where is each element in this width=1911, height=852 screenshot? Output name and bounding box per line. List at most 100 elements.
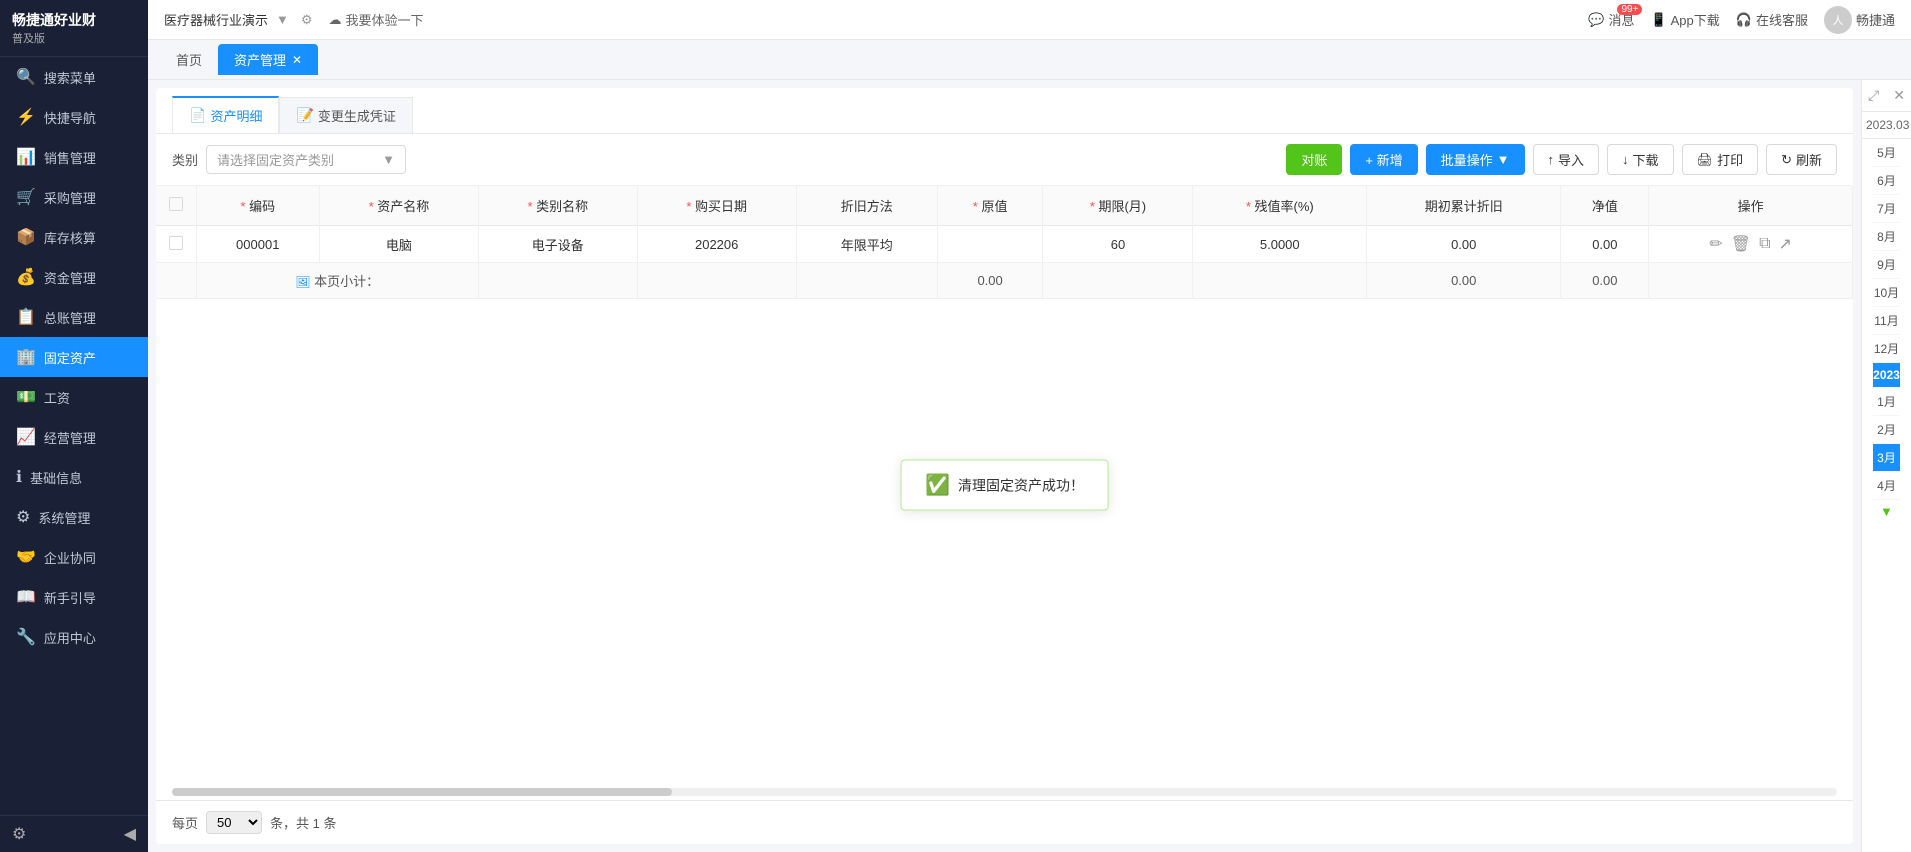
- month-11月[interactable]: 11月: [1873, 307, 1900, 335]
- category-select[interactable]: 请选择固定资产类别 ▼: [206, 145, 406, 174]
- month-8月[interactable]: 8月: [1873, 223, 1900, 251]
- month-2月[interactable]: 2月: [1873, 416, 1900, 444]
- basic-info-icon: ℹ: [16, 467, 22, 487]
- scrollbar-thumb[interactable]: [172, 788, 672, 796]
- company-name: 医疗器械行业演示: [164, 10, 268, 29]
- sidebar-item-fixed-assets[interactable]: 🏢固定资产: [0, 337, 148, 377]
- avatar: 人: [1824, 6, 1852, 34]
- user-profile[interactable]: 人 畅捷通: [1824, 6, 1895, 34]
- horizontal-scrollbar[interactable]: [156, 784, 1853, 800]
- sidebar-item-quick-nav[interactable]: ⚡快捷导航: [0, 97, 148, 137]
- tab-home[interactable]: 首页: [164, 44, 214, 75]
- row-code: 000001: [196, 226, 320, 263]
- sidebar-item-guide[interactable]: 📖新手引导: [0, 577, 148, 617]
- sidebar-label-inventory: 库存核算: [44, 228, 96, 247]
- sidebar-label-guide: 新手引导: [44, 588, 96, 607]
- per-page-label: 每页: [172, 813, 198, 832]
- reconcile-button[interactable]: 对账: [1286, 144, 1342, 175]
- per-page-select[interactable]: 50 100: [206, 811, 262, 834]
- sidebar-item-inventory[interactable]: 📦库存核算: [0, 217, 148, 257]
- more-icon[interactable]: ↗: [1779, 234, 1792, 254]
- sidebar-item-app-center[interactable]: 🔧应用中心: [0, 617, 148, 657]
- sidebar-item-operations[interactable]: 📈 经营管理: [0, 417, 148, 457]
- month-7月[interactable]: 7月: [1873, 195, 1900, 223]
- sidebar-label-operations: 经营管理: [44, 428, 96, 447]
- select-all-header[interactable]: [156, 186, 196, 226]
- sidebar-item-finance[interactable]: 💰资金管理: [0, 257, 148, 297]
- row-accumulated-depreciation: 0.00: [1367, 226, 1561, 263]
- sidebar-item-enterprise[interactable]: 🤝企业协同: [0, 537, 148, 577]
- collapse-icon[interactable]: ◀: [124, 824, 136, 844]
- right-panel-close-icon[interactable]: ✕: [1893, 87, 1905, 104]
- new-button[interactable]: + 新增: [1350, 144, 1417, 175]
- sidebar-label-salary: 工资: [44, 388, 70, 407]
- batch-dropdown-icon: ▼: [1497, 152, 1510, 167]
- row-checkbox[interactable]: [169, 236, 183, 250]
- row-net-value: 0.00: [1561, 226, 1649, 263]
- sidebar-nav: 🔍搜索菜单⚡快捷导航📊销售管理🛒采购管理📦库存核算💰资金管理📋总账管理🏢固定资产…: [0, 57, 148, 815]
- month-1月[interactable]: 1月: [1873, 388, 1900, 416]
- experience-icon: ☁: [329, 12, 342, 28]
- row-category: 电子设备: [478, 226, 637, 263]
- sidebar-item-ledger[interactable]: 📋总账管理: [0, 297, 148, 337]
- import-icon: ↑: [1548, 152, 1555, 167]
- sidebar-item-system[interactable]: ⚙系统管理: [0, 497, 148, 537]
- experience-btn[interactable]: ☁ 我要体验一下: [329, 10, 424, 29]
- sub-tab-asset-detail[interactable]: 📄 资产明细: [172, 96, 279, 133]
- sidebar-label-quick-nav: 快捷导航: [44, 108, 96, 127]
- sidebar-item-basic-info[interactable]: ℹ基础信息: [0, 457, 148, 497]
- purchase-icon: 🛒: [16, 187, 36, 207]
- system-icon: ⚙: [16, 507, 30, 527]
- month-3月[interactable]: 3月: [1873, 444, 1900, 472]
- app-download-btn[interactable]: 📱 App下载: [1650, 10, 1719, 29]
- delete-icon[interactable]: 🗑: [1731, 234, 1751, 254]
- sidebar: 畅捷通好业财 普及版 🔍搜索菜单⚡快捷导航📊销售管理🛒采购管理📦库存核算💰资金管…: [0, 0, 148, 852]
- select-all-checkbox[interactable]: [169, 197, 183, 211]
- online-service-btn[interactable]: 🎧 在线客服: [1736, 10, 1808, 29]
- expand-icon[interactable]: ⤢: [1868, 87, 1879, 104]
- company-dropdown-icon[interactable]: ▼: [276, 12, 289, 27]
- sub-tab-change-voucher[interactable]: 📝 变更生成凭证: [279, 97, 412, 133]
- right-panel-year: 2023.03: [1862, 112, 1911, 139]
- tab-asset-management[interactable]: 资产管理 ✕: [218, 44, 318, 75]
- tab-close-icon[interactable]: ✕: [292, 53, 302, 67]
- year-label[interactable]: 2023: [1873, 363, 1900, 388]
- row-checkbox-cell[interactable]: [156, 226, 196, 263]
- month-4月[interactable]: 4月: [1873, 472, 1900, 500]
- sidebar-item-search[interactable]: 🔍搜索菜单: [0, 57, 148, 97]
- sidebar-item-purchase[interactable]: 🛒采购管理: [0, 177, 148, 217]
- table-container: 编码 资产名称 类别名称 购买日期 折旧方法 原值 期限(月) 残值率(%) 期…: [156, 186, 1853, 784]
- message-btn[interactable]: 💬 消息 99+: [1588, 10, 1634, 29]
- batch-button[interactable]: 批量操作 ▼: [1426, 144, 1525, 175]
- success-toast: ✅ 清理固定资产成功！: [900, 460, 1109, 511]
- message-icon: 💬: [1588, 12, 1604, 28]
- copy-icon[interactable]: ⧉: [1759, 235, 1770, 253]
- service-icon: 🎧: [1736, 12, 1752, 28]
- month-12月[interactable]: 12月: [1873, 335, 1900, 363]
- sidebar-footer: ⚙ ◀: [0, 815, 148, 852]
- logo-sub: 普及版: [12, 30, 136, 46]
- month-5月[interactable]: 5月: [1873, 139, 1900, 167]
- success-message: 清理固定资产成功！: [958, 475, 1084, 495]
- sidebar-item-salary[interactable]: 💵工资: [0, 377, 148, 417]
- total-count: 条，共 1 条: [270, 813, 336, 832]
- download-button[interactable]: ↓ 下载: [1607, 144, 1674, 175]
- settings-footer-icon[interactable]: ⚙: [12, 824, 26, 844]
- subtotal-row: 🖼 本页小计： 0.00 0.00 0.00: [156, 263, 1853, 299]
- company-settings-icon[interactable]: ⚙: [301, 12, 313, 28]
- right-panel: ⤢ ✕ 2023.03 5月6月7月8月9月10月11月12月20231月2月3…: [1861, 80, 1911, 852]
- right-panel-down-arrow[interactable]: ▼: [1873, 500, 1900, 523]
- subtotal-net: 0.00: [1561, 263, 1649, 299]
- edit-icon[interactable]: ✏: [1709, 234, 1722, 254]
- month-9月[interactable]: 9月: [1873, 251, 1900, 279]
- month-6月[interactable]: 6月: [1873, 167, 1900, 195]
- sidebar-item-sales[interactable]: 📊销售管理: [0, 137, 148, 177]
- refresh-button[interactable]: ↻ 刷新: [1766, 144, 1837, 175]
- col-original-value: 原值: [937, 186, 1043, 226]
- operations-icon: 📈: [16, 427, 36, 447]
- import-button[interactable]: ↑ 导入: [1533, 144, 1600, 175]
- filter-label: 类别: [172, 150, 198, 169]
- row-purchase-date: 202206: [637, 226, 796, 263]
- month-10月[interactable]: 10月: [1873, 279, 1900, 307]
- print-button[interactable]: 🖨 打印: [1682, 144, 1759, 175]
